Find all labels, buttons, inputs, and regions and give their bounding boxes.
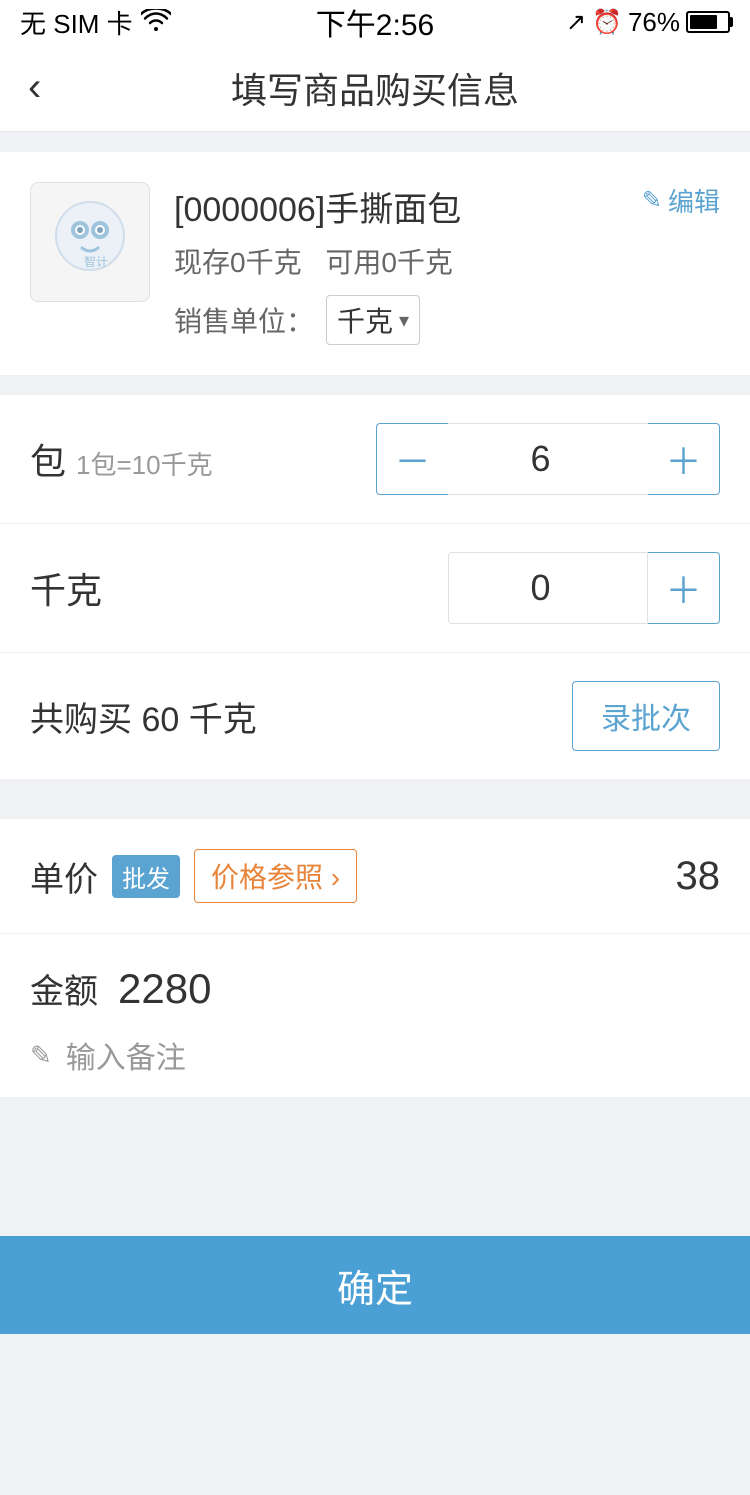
alarm-icon: ⏰	[592, 8, 622, 37]
batch-button[interactable]: 录批次	[572, 681, 720, 751]
section-divider-1	[0, 375, 750, 395]
confirm-bar[interactable]: 确定	[0, 1236, 750, 1334]
price-left: 单价 批发 价格参照 ›	[30, 849, 357, 903]
bao-plus-button[interactable]: ＋	[648, 423, 720, 495]
price-value: 38	[676, 854, 721, 899]
bao-minus-button[interactable]: －	[376, 423, 448, 495]
remark-row[interactable]: ✎ 输入备注	[30, 1033, 720, 1077]
kg-input[interactable]	[448, 552, 648, 624]
product-info: [0000006]手撕面包 现存0千克 可用0千克 销售单位： 千克 ▾	[174, 182, 720, 345]
amount-value: 2280	[118, 965, 211, 1013]
product-stock: 现存0千克 可用0千克	[174, 241, 720, 281]
edit-button[interactable]: ✎ 编辑	[642, 182, 720, 219]
battery-percent: 76%	[628, 7, 680, 38]
bao-label: 包	[30, 433, 66, 485]
unit-select[interactable]: 千克 ▾	[326, 295, 420, 345]
quantity-row-bao: 包 1包=10千克 － ＋	[0, 395, 750, 524]
stock-label: 现存0千克	[174, 247, 302, 278]
kg-label-group: 千克	[30, 562, 102, 614]
wifi-icon	[141, 7, 171, 38]
price-section: 单价 批发 价格参照 › 38	[0, 819, 750, 934]
amount-row: 金额 2280	[30, 964, 720, 1013]
kg-controls: ＋	[448, 552, 720, 624]
page-title: 填写商品购买信息	[231, 62, 519, 114]
product-image-placeholder: 智计	[54, 200, 126, 284]
price-tag: 批发	[112, 855, 180, 898]
bao-controls: － ＋	[376, 423, 720, 495]
bao-sublabel: 1包=10千克	[76, 445, 213, 482]
unit-label: 销售单位：	[174, 300, 314, 340]
status-right: ↗ ⏰ 76%	[566, 7, 730, 38]
remark-label: 输入备注	[66, 1033, 186, 1077]
time-label: 下午2:56	[316, 0, 434, 44]
total-label: 共购买 60 千克	[30, 692, 257, 741]
available-label: 可用0千克	[325, 247, 453, 278]
total-row: 共购买 60 千克 录批次	[0, 652, 750, 779]
location-icon: ↗	[566, 8, 586, 37]
product-card: 智计 [0000006]手撕面包 现存0千克 可用0千克 销售单位： 千克 ▾ …	[0, 152, 750, 375]
pencil-icon: ✎	[30, 1040, 52, 1071]
back-button[interactable]: ‹	[28, 65, 41, 110]
price-ref-button[interactable]: 价格参照 ›	[194, 849, 357, 903]
edit-icon: ✎	[642, 186, 662, 215]
product-name: [0000006]手撕面包	[174, 182, 720, 231]
carrier-label: 无 SIM 卡	[20, 4, 133, 41]
unit-value: 千克	[337, 300, 393, 340]
price-label: 单价	[30, 852, 98, 901]
bao-label-group: 包 1包=10千克	[30, 433, 213, 485]
section-divider-2	[0, 779, 750, 799]
nav-bar: ‹ 填写商品购买信息	[0, 44, 750, 132]
confirm-button-label: 确定	[337, 1258, 413, 1313]
kg-plus-button[interactable]: ＋	[648, 552, 720, 624]
status-left: 无 SIM 卡	[20, 4, 171, 41]
amount-label: 金额	[30, 964, 98, 1013]
kg-label: 千克	[30, 562, 102, 614]
battery-icon	[686, 11, 730, 33]
quantity-row-kg: 千克 ＋	[0, 524, 750, 652]
product-unit-row: 销售单位： 千克 ▾	[174, 295, 720, 345]
amount-section: 金额 2280 ✎ 输入备注	[0, 934, 750, 1097]
product-image: 智计	[30, 182, 150, 302]
status-bar: 无 SIM 卡 下午2:56 ↗ ⏰ 76%	[0, 0, 750, 44]
price-row: 单价 批发 价格参照 › 38	[0, 819, 750, 934]
quantity-section: 包 1包=10千克 － ＋ 千克 ＋	[0, 395, 750, 652]
bao-input[interactable]	[448, 423, 648, 495]
chevron-down-icon: ▾	[399, 308, 409, 333]
svg-text:智计: 智计	[84, 254, 108, 269]
